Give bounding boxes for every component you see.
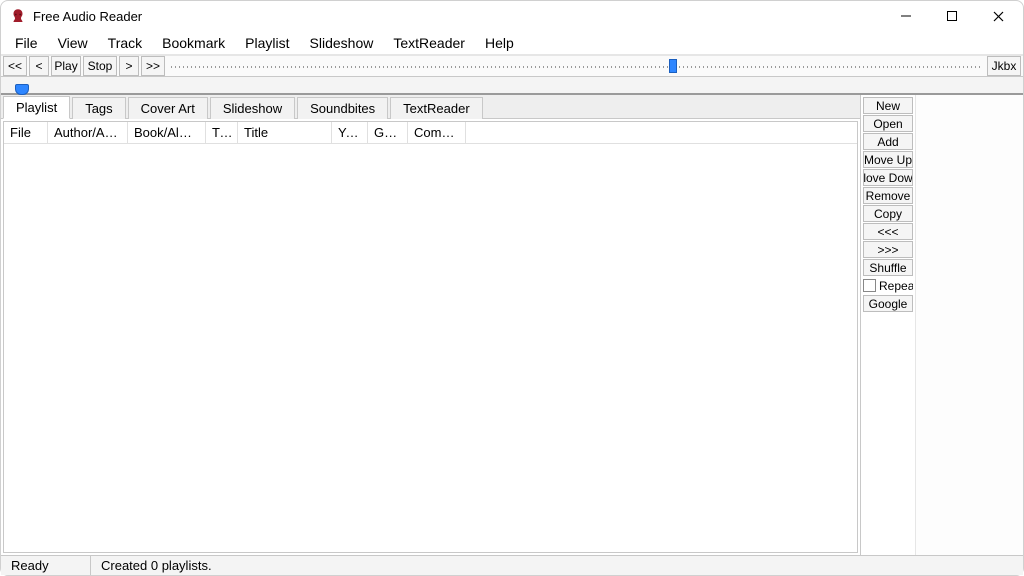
app-icon xyxy=(9,7,27,25)
menu-bookmark[interactable]: Bookmark xyxy=(152,33,235,53)
add-button[interactable]: Add xyxy=(863,133,913,150)
column-header[interactable]: Comment xyxy=(408,122,466,143)
statusbar: Ready Created 0 playlists. xyxy=(1,555,1023,575)
app-title: Free Audio Reader xyxy=(33,9,142,24)
column-header[interactable]: Genre xyxy=(368,122,408,143)
tab-tags[interactable]: Tags xyxy=(72,97,125,119)
next-button[interactable]: > xyxy=(119,56,139,76)
stop-button[interactable]: Stop xyxy=(83,56,117,76)
status-message: Created 0 playlists. xyxy=(91,556,222,575)
tab-slideshow[interactable]: Slideshow xyxy=(210,97,295,119)
shuffle-button[interactable]: Shuffle xyxy=(863,259,913,276)
move-down-button[interactable]: love Dow xyxy=(863,169,913,186)
tab-playlist[interactable]: Playlist xyxy=(3,96,70,119)
prev-button[interactable]: < xyxy=(29,56,49,76)
transport-toolbar: << < Play Stop > >> Jkbx xyxy=(1,55,1023,77)
menu-textreader[interactable]: TextReader xyxy=(383,33,475,53)
close-button[interactable] xyxy=(975,1,1021,31)
move-up-button[interactable]: Move Up xyxy=(863,151,913,168)
repeat-label: Repea xyxy=(879,279,913,293)
checkbox-icon xyxy=(863,279,876,292)
menu-playlist[interactable]: Playlist xyxy=(235,33,299,53)
rewind-button[interactable]: << xyxy=(3,56,27,76)
column-header[interactable]: Tr... xyxy=(206,122,238,143)
tab-soundbites[interactable]: Soundbites xyxy=(297,97,388,119)
menu-file[interactable]: File xyxy=(5,33,48,53)
column-header[interactable]: Year xyxy=(332,122,368,143)
copy-button[interactable]: Copy xyxy=(863,205,913,222)
volume-slider[interactable] xyxy=(1,77,1023,95)
status-ready: Ready xyxy=(1,556,91,575)
forward-button[interactable]: >> xyxy=(141,56,165,76)
playlist-pane: Playlist Tags Cover Art Slideshow Soundb… xyxy=(1,95,861,555)
new-button[interactable]: New xyxy=(863,97,913,114)
minimize-button[interactable] xyxy=(883,1,929,31)
column-header[interactable]: Book/Album xyxy=(128,122,206,143)
side-button-panel: New Open Add Move Up love Dow Remove Cop… xyxy=(861,95,915,555)
menubar: File View Track Bookmark Playlist Slides… xyxy=(1,31,1023,55)
repeat-checkbox[interactable]: Repea xyxy=(863,277,913,294)
content-area: Playlist Tags Cover Art Slideshow Soundb… xyxy=(1,95,1023,555)
column-header[interactable]: File xyxy=(4,122,48,143)
maximize-button[interactable] xyxy=(929,1,975,31)
menu-track[interactable]: Track xyxy=(98,33,152,53)
column-header[interactable]: Author/Artist xyxy=(48,122,128,143)
menu-view[interactable]: View xyxy=(48,33,98,53)
google-button[interactable]: Google xyxy=(863,295,913,312)
jukebox-button[interactable]: Jkbx xyxy=(987,56,1021,76)
seek-slider[interactable] xyxy=(171,56,981,76)
play-button[interactable]: Play xyxy=(51,56,81,76)
menu-slideshow[interactable]: Slideshow xyxy=(300,33,384,53)
skip-forward-button[interactable]: >>> xyxy=(863,241,913,258)
titlebar: Free Audio Reader xyxy=(1,1,1023,31)
playlist-table[interactable]: FileAuthor/ArtistBook/AlbumTr...TitleYea… xyxy=(3,121,858,553)
skip-back-button[interactable]: <<< xyxy=(863,223,913,240)
remove-button[interactable]: Remove xyxy=(863,187,913,204)
empty-right-pane xyxy=(915,95,1023,555)
view-tabs: Playlist Tags Cover Art Slideshow Soundb… xyxy=(1,95,860,119)
open-button[interactable]: Open xyxy=(863,115,913,132)
tab-coverart[interactable]: Cover Art xyxy=(128,97,208,119)
table-header-row: FileAuthor/ArtistBook/AlbumTr...TitleYea… xyxy=(4,122,857,144)
column-header[interactable]: Title xyxy=(238,122,332,143)
app-window: Free Audio Reader File View Track Bookma… xyxy=(0,0,1024,576)
menu-help[interactable]: Help xyxy=(475,33,524,53)
tab-textreader[interactable]: TextReader xyxy=(390,97,482,119)
